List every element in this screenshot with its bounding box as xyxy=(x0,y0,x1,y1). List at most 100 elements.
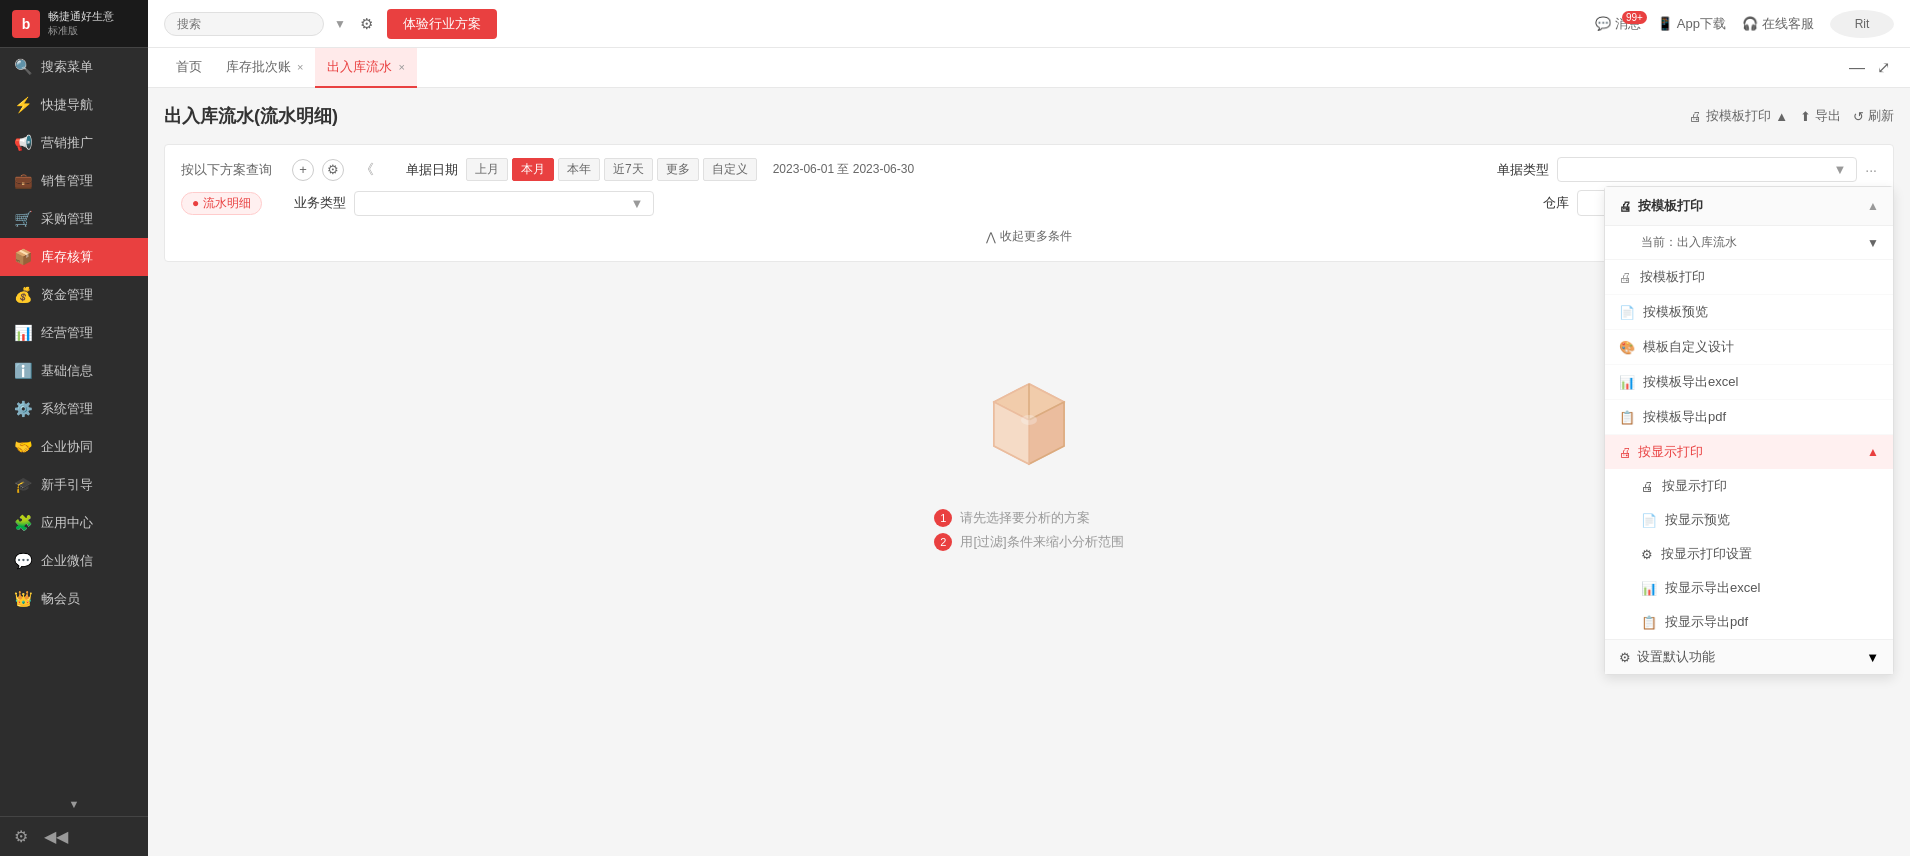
quick-filter-chip[interactable]: ● 流水明细 xyxy=(181,192,262,215)
filter-add-button[interactable]: + xyxy=(292,159,314,181)
date-7days[interactable]: 近7天 xyxy=(604,158,653,181)
sidebar-item-operation[interactable]: 📊 经营管理 xyxy=(0,314,148,352)
topbar-search-dropdown[interactable]: ▼ xyxy=(334,17,346,31)
date-custom[interactable]: 自定义 xyxy=(703,158,757,181)
tab-flow-label: 出入库流水 xyxy=(327,58,392,76)
tab-batch[interactable]: 库存批次账 × xyxy=(214,48,315,88)
sidebar-item-apps[interactable]: 🧩 应用中心 xyxy=(0,504,148,542)
dropdown-item-display-preview[interactable]: 📄 按显示预览 xyxy=(1605,503,1893,537)
refresh-button[interactable]: ↺ 刷新 xyxy=(1853,107,1894,125)
tab-minimize-button[interactable]: — xyxy=(1845,54,1869,81)
filter-collapse-icon[interactable]: 《 xyxy=(360,161,374,179)
dropdown-item-template-design[interactable]: 🎨 模板自定义设计 xyxy=(1605,330,1893,365)
filter-icons: + ⚙ xyxy=(292,159,344,181)
dropdown-item-template-pdf[interactable]: 📋 按模板导出pdf xyxy=(1605,400,1893,435)
tab-home[interactable]: 首页 xyxy=(164,48,214,88)
dropdown-footer-label: ⚙ 设置默认功能 xyxy=(1619,648,1715,666)
dropdown-item-display-settings[interactable]: ⚙ 按显示打印设置 xyxy=(1605,537,1893,571)
vip-icon: 👑 xyxy=(14,590,33,608)
date-this-month[interactable]: 本月 xyxy=(512,158,554,181)
sidebar-item-sales[interactable]: 💼 销售管理 xyxy=(0,162,148,200)
system-icon: ⚙️ xyxy=(14,400,33,418)
sidebar-item-guide[interactable]: 🎓 新手引导 xyxy=(0,466,148,504)
sidebar-item-label: 基础信息 xyxy=(41,362,93,380)
user-avatar[interactable]: Rit xyxy=(1830,10,1894,38)
sidebar-item-label: 系统管理 xyxy=(41,400,93,418)
sidebar-item-purchase[interactable]: 🛒 采购管理 xyxy=(0,200,148,238)
sidebar-scroll-down[interactable]: ▼ xyxy=(0,792,148,816)
sidebar-item-inventory[interactable]: 📦 库存核算 xyxy=(0,238,148,276)
empty-step-2: 2 用[过滤]条件来缩小分析范围 xyxy=(934,533,1123,551)
collapse-filter-button[interactable]: ⋀ 收起更多条件 xyxy=(986,224,1072,249)
dropdown-footer-chevron: ▼ xyxy=(1866,650,1879,665)
sidebar-item-label: 销售管理 xyxy=(41,172,93,190)
dropdown-header-title: 🖨 按模板打印 xyxy=(1619,197,1703,215)
date-this-year[interactable]: 本年 xyxy=(558,158,600,181)
topbar-search-input[interactable] xyxy=(164,12,324,36)
footer-settings-icon[interactable]: ⚙ xyxy=(14,827,28,846)
empty-steps: 1 请先选择要分析的方案 2 用[过滤]条件来缩小分析范围 xyxy=(934,509,1123,557)
message-icon: 💬 xyxy=(1595,16,1611,31)
date-more[interactable]: 更多 xyxy=(657,158,699,181)
main-container: ▼ ⚙ 体验行业方案 💬 消息 99+ 📱 App下载 🎧 在线客服 Rit xyxy=(148,0,1910,856)
display-print-icon: 🖨 xyxy=(1641,479,1654,494)
quick-filter-label: 流水明细 xyxy=(203,195,251,212)
settings-default-icon: ⚙ xyxy=(1619,650,1631,665)
sidebar-item-system[interactable]: ⚙️ 系统管理 xyxy=(0,390,148,428)
print-chevron-icon: ▲ xyxy=(1775,109,1788,124)
template-print-icon: 🖨 xyxy=(1619,270,1632,285)
tab-flow-close[interactable]: × xyxy=(398,61,404,73)
sidebar-item-vip[interactable]: 👑 畅会员 xyxy=(0,580,148,618)
page-title: 出入库流水(流水明细) xyxy=(164,104,338,128)
dropdown-item-display-excel[interactable]: 📊 按显示导出excel xyxy=(1605,571,1893,605)
sidebar-item-wechat[interactable]: 💬 企业微信 xyxy=(0,542,148,580)
page-content: 出入库流水(流水明细) 🖨 按模板打印 ▲ ⬆ 导出 ↺ 刷新 xyxy=(148,88,1910,856)
purchase-icon: 🛒 xyxy=(14,210,33,228)
dropdown-item-template-print[interactable]: 🖨 按模板打印 xyxy=(1605,260,1893,295)
topbar-online-service[interactable]: 🎧 在线客服 xyxy=(1742,15,1814,33)
topbar: ▼ ⚙ 体验行业方案 💬 消息 99+ 📱 App下载 🎧 在线客服 Rit xyxy=(148,0,1910,48)
sidebar-item-label: 企业微信 xyxy=(41,552,93,570)
dropdown-display-section-header[interactable]: 🖨 按显示打印 ▲ xyxy=(1605,435,1893,469)
footer-collapse-icon[interactable]: ◀◀ xyxy=(44,827,68,846)
topbar-gear-icon[interactable]: ⚙ xyxy=(360,15,373,33)
sidebar-item-label: 新手引导 xyxy=(41,476,93,494)
dropdown-item-display-print[interactable]: 🖨 按显示打印 xyxy=(1605,469,1893,503)
biz-type-select[interactable]: ▼ xyxy=(354,191,654,216)
filter-settings-button[interactable]: ⚙ xyxy=(322,159,344,181)
page-title-row: 出入库流水(流水明细) 🖨 按模板打印 ▲ ⬆ 导出 ↺ 刷新 xyxy=(164,104,1894,128)
quicknav-icon: ⚡ xyxy=(14,96,33,114)
tab-expand-button[interactable]: ⤢ xyxy=(1873,54,1894,81)
display-section-icon: 🖨 xyxy=(1619,445,1632,460)
doc-type-select[interactable]: ▼ xyxy=(1557,157,1857,182)
dropdown-footer[interactable]: ⚙ 设置默认功能 ▼ xyxy=(1605,639,1893,674)
export-button[interactable]: ⬆ 导出 xyxy=(1800,107,1841,125)
dropdown-panel: 🖨 按模板打印 ▲ 当前：出入库流水 ▼ 🖨 按模板打印 📄 按模板预览 🎨 xyxy=(1604,186,1894,675)
doc-type-more-icon[interactable]: ··· xyxy=(1865,162,1877,178)
dropdown-item-display-pdf[interactable]: 📋 按显示导出pdf xyxy=(1605,605,1893,639)
sidebar-item-finance[interactable]: 💰 资金管理 xyxy=(0,276,148,314)
sidebar-item-quicknav[interactable]: ⚡ 快捷导航 xyxy=(0,86,148,124)
sidebar-item-search[interactable]: 🔍 搜索菜单 xyxy=(0,48,148,86)
dropdown-item-template-excel[interactable]: 📊 按模板导出excel xyxy=(1605,365,1893,400)
warehouse-label: 仓库 xyxy=(1543,194,1569,212)
dropdown-header-chevron[interactable]: ▲ xyxy=(1867,199,1879,213)
tab-batch-close[interactable]: × xyxy=(297,61,303,73)
dropdown-item-template-preview[interactable]: 📄 按模板预览 xyxy=(1605,295,1893,330)
app-edition: 标准版 xyxy=(48,24,114,38)
display-preview-icon: 📄 xyxy=(1641,513,1657,528)
trial-button[interactable]: 体验行业方案 xyxy=(387,9,497,39)
sidebar-item-collab[interactable]: 🤝 企业协同 xyxy=(0,428,148,466)
tab-flow[interactable]: 出入库流水 × xyxy=(315,48,416,88)
sidebar-item-basic[interactable]: ℹ️ 基础信息 xyxy=(0,352,148,390)
date-last-month[interactable]: 上月 xyxy=(466,158,508,181)
inventory-icon: 📦 xyxy=(14,248,33,266)
display-section-chevron: ▲ xyxy=(1867,445,1879,459)
topbar-app-download[interactable]: 📱 App下载 xyxy=(1657,15,1726,33)
template-excel-icon: 📊 xyxy=(1619,375,1635,390)
doc-type-chevron: ▼ xyxy=(1833,162,1846,177)
sidebar-item-marketing[interactable]: 📢 营销推广 xyxy=(0,124,148,162)
tabbar-controls: — ⤢ xyxy=(1845,54,1894,81)
print-button[interactable]: 🖨 按模板打印 ▲ xyxy=(1689,107,1788,125)
topbar-message[interactable]: 💬 消息 99+ xyxy=(1595,15,1641,33)
